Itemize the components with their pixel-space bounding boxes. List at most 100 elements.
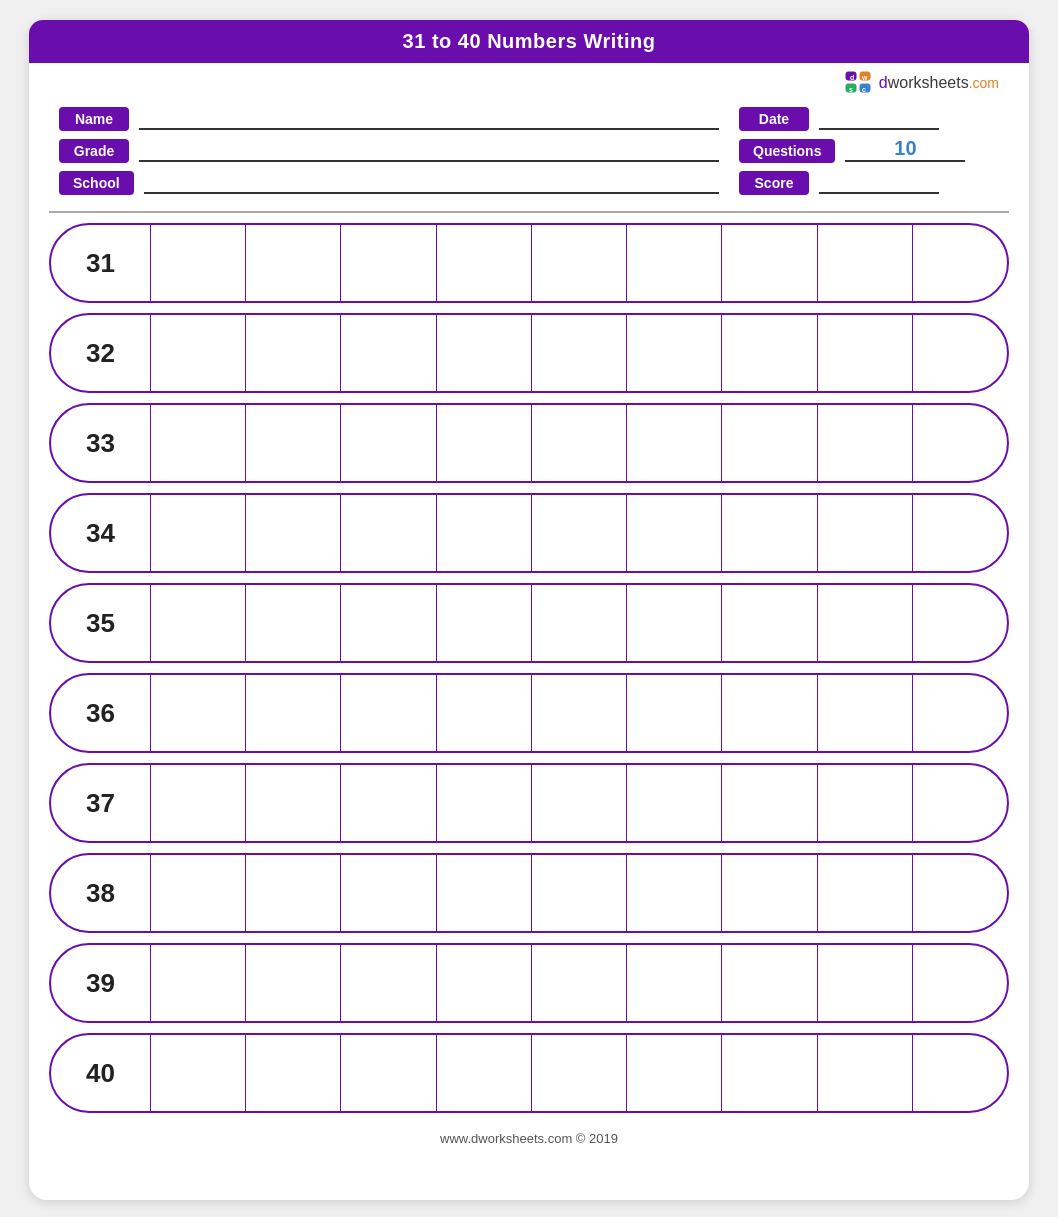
write-cell[interactable]	[913, 495, 1007, 571]
write-cell[interactable]	[627, 405, 722, 481]
write-cell[interactable]	[913, 225, 1007, 301]
write-cell[interactable]	[532, 585, 627, 661]
write-cell[interactable]	[627, 675, 722, 751]
date-value[interactable]	[819, 108, 939, 130]
write-cell[interactable]	[722, 315, 817, 391]
write-cell[interactable]	[151, 225, 246, 301]
write-cell[interactable]	[722, 765, 817, 841]
write-cell[interactable]	[151, 315, 246, 391]
write-cell[interactable]	[341, 315, 436, 391]
write-cell[interactable]	[151, 495, 246, 571]
write-cell[interactable]	[341, 495, 436, 571]
number-label: 35	[51, 585, 151, 661]
write-cell[interactable]	[818, 945, 913, 1021]
name-input-line[interactable]	[139, 108, 719, 130]
write-cell[interactable]	[246, 585, 341, 661]
right-fields: Date Questions 10 Score	[739, 107, 999, 195]
write-cell[interactable]	[913, 405, 1007, 481]
write-cell[interactable]	[913, 1035, 1007, 1111]
write-cell[interactable]	[722, 585, 817, 661]
write-cell[interactable]	[341, 1035, 436, 1111]
write-cell[interactable]	[341, 675, 436, 751]
score-row: Score	[739, 171, 999, 195]
write-cell[interactable]	[532, 1035, 627, 1111]
write-cell[interactable]	[818, 225, 913, 301]
write-cell[interactable]	[627, 585, 722, 661]
write-cell[interactable]	[722, 495, 817, 571]
write-cell[interactable]	[341, 585, 436, 661]
write-cell[interactable]	[341, 765, 436, 841]
write-cell[interactable]	[818, 675, 913, 751]
write-cell[interactable]	[913, 675, 1007, 751]
write-cell[interactable]	[437, 495, 532, 571]
grade-input-line[interactable]	[139, 140, 719, 162]
school-input-line[interactable]	[144, 172, 719, 194]
write-cell[interactable]	[437, 675, 532, 751]
write-cell[interactable]	[722, 1035, 817, 1111]
write-cell[interactable]	[246, 225, 341, 301]
write-cell[interactable]	[246, 675, 341, 751]
write-cell[interactable]	[818, 1035, 913, 1111]
write-cell[interactable]	[246, 495, 341, 571]
write-cell[interactable]	[627, 225, 722, 301]
write-cell[interactable]	[627, 855, 722, 931]
write-cell[interactable]	[151, 765, 246, 841]
write-cell[interactable]	[437, 585, 532, 661]
write-cell[interactable]	[627, 945, 722, 1021]
write-cell[interactable]	[341, 855, 436, 931]
write-cell[interactable]	[818, 585, 913, 661]
write-cell[interactable]	[246, 855, 341, 931]
write-cell[interactable]	[151, 585, 246, 661]
write-cell[interactable]	[151, 405, 246, 481]
write-cell[interactable]	[913, 315, 1007, 391]
write-cell[interactable]	[913, 855, 1007, 931]
write-cell[interactable]	[818, 855, 913, 931]
write-cell[interactable]	[246, 945, 341, 1021]
write-cell[interactable]	[437, 855, 532, 931]
write-cell[interactable]	[532, 765, 627, 841]
write-cell[interactable]	[246, 315, 341, 391]
write-cell[interactable]	[437, 315, 532, 391]
write-cell[interactable]	[151, 675, 246, 751]
write-cell[interactable]	[722, 405, 817, 481]
write-cell[interactable]	[722, 675, 817, 751]
write-cell[interactable]	[532, 405, 627, 481]
write-cell[interactable]	[627, 495, 722, 571]
write-cell[interactable]	[913, 765, 1007, 841]
write-cell[interactable]	[913, 585, 1007, 661]
write-cell[interactable]	[532, 315, 627, 391]
write-cell[interactable]	[151, 855, 246, 931]
write-cell[interactable]	[627, 1035, 722, 1111]
write-cell[interactable]	[818, 315, 913, 391]
write-cell[interactable]	[818, 495, 913, 571]
write-cell[interactable]	[151, 945, 246, 1021]
write-cell[interactable]	[437, 405, 532, 481]
write-cell[interactable]	[246, 1035, 341, 1111]
write-cell[interactable]	[246, 765, 341, 841]
write-cell[interactable]	[341, 225, 436, 301]
write-cell[interactable]	[532, 945, 627, 1021]
write-cell[interactable]	[341, 405, 436, 481]
write-cell[interactable]	[437, 1035, 532, 1111]
write-cell[interactable]	[722, 225, 817, 301]
write-cell[interactable]	[722, 855, 817, 931]
write-cell[interactable]	[532, 855, 627, 931]
write-cell[interactable]	[437, 225, 532, 301]
write-cell[interactable]	[437, 945, 532, 1021]
score-value[interactable]	[819, 172, 939, 194]
write-cell[interactable]	[341, 945, 436, 1021]
write-cell[interactable]	[437, 765, 532, 841]
write-cell[interactable]	[818, 405, 913, 481]
write-cell[interactable]	[913, 945, 1007, 1021]
divider	[49, 211, 1009, 213]
write-cell[interactable]	[151, 1035, 246, 1111]
write-cell[interactable]	[246, 405, 341, 481]
write-cell[interactable]	[818, 765, 913, 841]
write-cell[interactable]	[627, 315, 722, 391]
write-cell[interactable]	[532, 675, 627, 751]
write-cell[interactable]	[532, 225, 627, 301]
grade-row: Grade	[59, 139, 719, 163]
write-cell[interactable]	[627, 765, 722, 841]
write-cell[interactable]	[722, 945, 817, 1021]
write-cell[interactable]	[532, 495, 627, 571]
